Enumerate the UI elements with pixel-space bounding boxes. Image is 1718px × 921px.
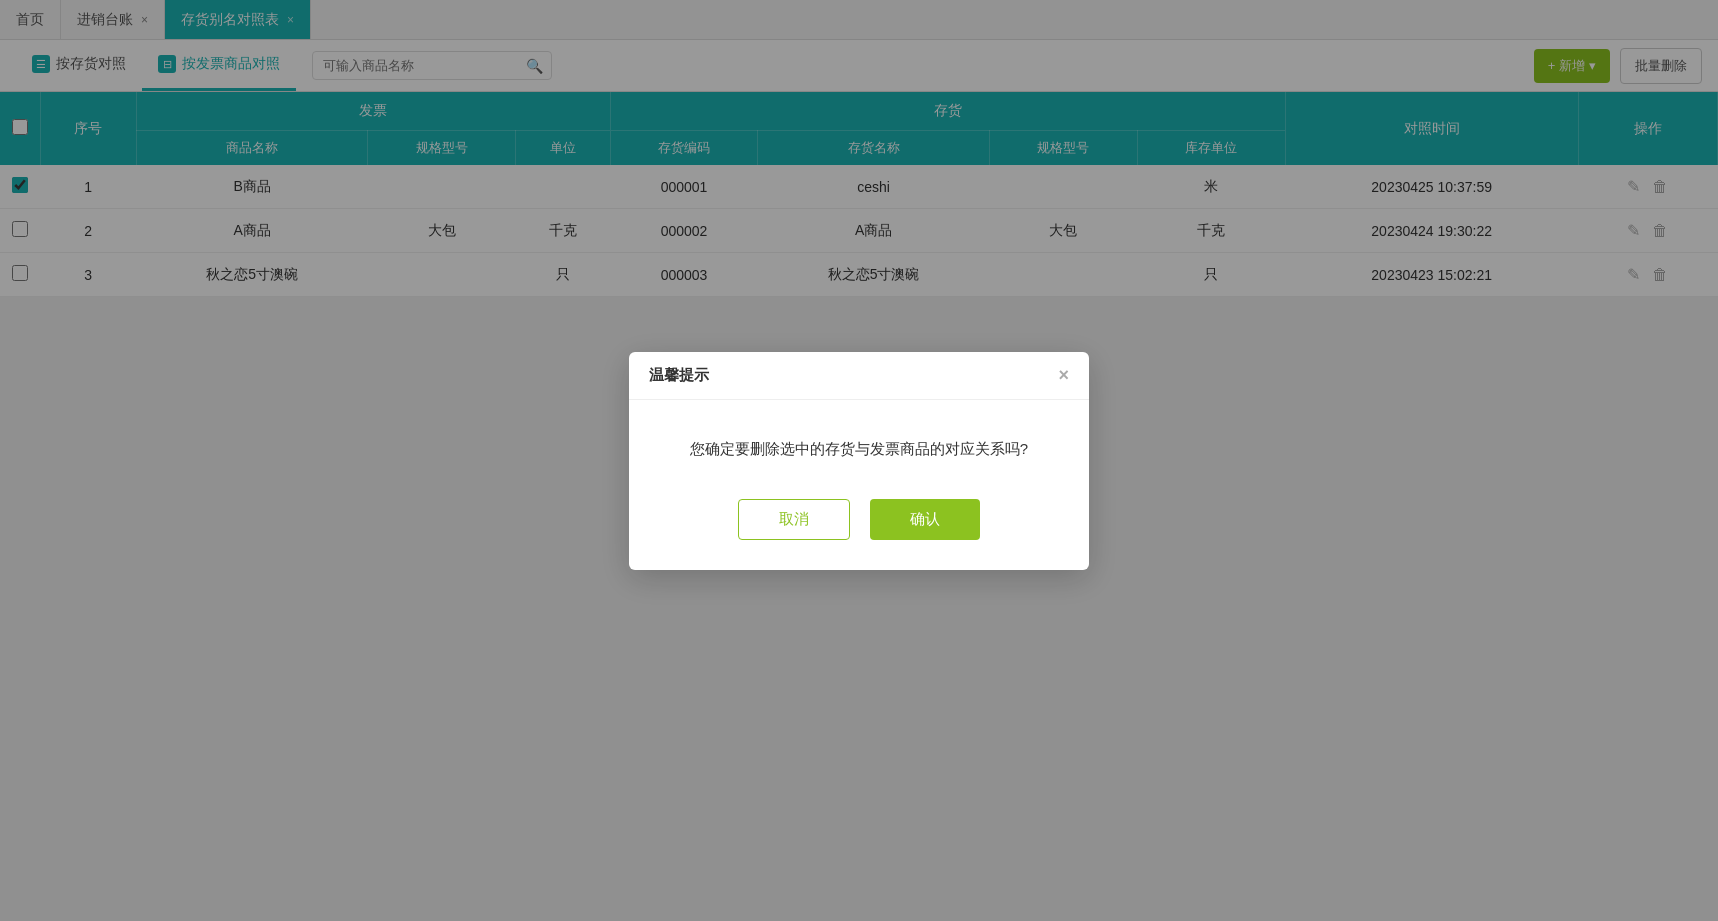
cancel-button[interactable]: 取消 xyxy=(738,499,850,540)
dialog-footer: 取消 确认 xyxy=(629,489,1089,570)
dialog-title: 温馨提示 xyxy=(649,366,709,385)
modal-overlay: 温馨提示 × 您确定要删除选中的存货与发票商品的对应关系吗? 取消 确认 xyxy=(0,0,1718,921)
dialog-message: 您确定要删除选中的存货与发票商品的对应关系吗? xyxy=(690,440,1028,457)
dialog-body: 您确定要删除选中的存货与发票商品的对应关系吗? xyxy=(629,400,1089,489)
confirm-label: 确认 xyxy=(910,510,940,527)
confirm-dialog: 温馨提示 × 您确定要删除选中的存货与发票商品的对应关系吗? 取消 确认 xyxy=(629,352,1089,570)
confirm-button[interactable]: 确认 xyxy=(870,499,980,540)
dialog-close-button[interactable]: × xyxy=(1058,366,1069,384)
dialog-header: 温馨提示 × xyxy=(629,352,1089,400)
cancel-label: 取消 xyxy=(779,510,809,527)
